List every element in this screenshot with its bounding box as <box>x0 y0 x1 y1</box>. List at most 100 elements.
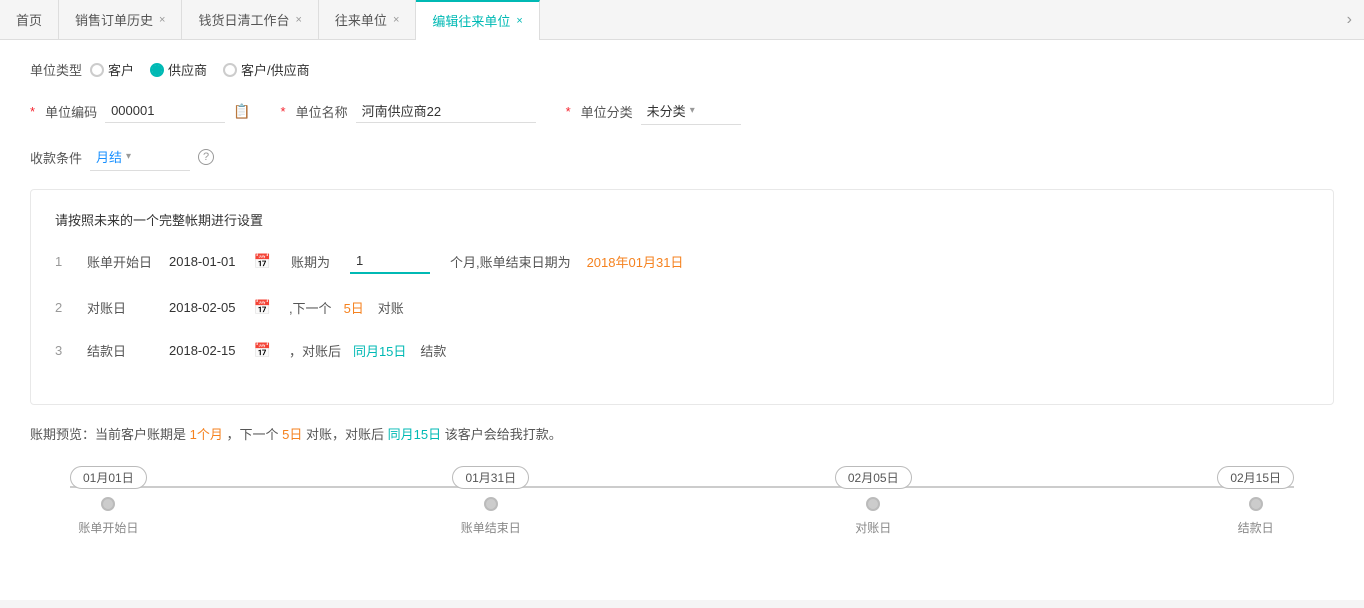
payment-dropdown[interactable]: 月结 ▾ <box>90 143 190 171</box>
radio-customer[interactable]: 客户 <box>90 60 134 79</box>
radio-supplier[interactable]: 供应商 <box>150 60 207 79</box>
tab-sales-order-label: 销售订单历史 <box>75 10 153 29</box>
tab-cash-work[interactable]: 钱货日清工作台 × <box>182 0 318 40</box>
preview-part2: 5日 <box>282 427 302 442</box>
row-1-label: 账单开始日 <box>87 252 157 271</box>
tab-partner-close[interactable]: × <box>393 14 399 26</box>
timeline-node-2: 01月31日 账单结束日 <box>452 466 529 536</box>
node-1-date: 01月01日 <box>70 466 147 489</box>
preview-mid1: ，下一个 <box>227 427 279 442</box>
classify-required: * <box>566 104 571 119</box>
node-2-date: 01月31日 <box>452 466 529 489</box>
timeline-node-1: 01月01日 账单开始日 <box>70 466 147 536</box>
classify-value: 未分类 <box>647 101 686 120</box>
row-1-num: 1 <box>55 254 75 269</box>
tab-cash-work-label: 钱货日清工作台 <box>198 10 289 29</box>
code-input[interactable] <box>105 99 225 123</box>
code-required: * <box>30 104 35 119</box>
row-3-prefix: ，对账后 <box>289 341 341 360</box>
unit-type-row: 单位类型 客户 供应商 客户/供应商 <box>30 60 1334 79</box>
row-3-calendar-icon[interactable]: 📅 <box>254 342 271 359</box>
row-2-highlight: 5日 <box>344 298 364 317</box>
tab-cash-work-close[interactable]: × <box>295 14 301 26</box>
preview-suffix: 该客户会给我打款。 <box>445 427 562 442</box>
classify-field: * 单位分类 未分类 ▾ <box>566 97 741 125</box>
payment-row: 收款条件 月结 ▾ ? <box>30 143 1334 171</box>
tab-bar: 首页 销售订单历史 × 钱货日清工作台 × 往来单位 × 编辑往来单位 × › <box>0 0 1364 40</box>
preview-prefix: 账期预览：当前客户账期是 <box>30 427 186 442</box>
tab-sales-order[interactable]: 销售订单历史 × <box>59 0 182 40</box>
row-3-highlight: 同月15日 <box>353 341 406 360</box>
setting-row-3: 3 结款日 2018-02-15 📅 ，对账后 同月15日 结款 <box>55 341 1309 360</box>
radio-supplier-circle <box>150 63 164 77</box>
node-1-label: 账单开始日 <box>78 519 138 536</box>
radio-both[interactable]: 客户/供应商 <box>223 60 310 79</box>
tab-home[interactable]: 首页 <box>0 0 59 40</box>
name-input[interactable] <box>356 99 536 123</box>
node-2-label: 账单结束日 <box>461 519 521 536</box>
code-label: 单位编码 <box>45 102 97 121</box>
node-4-dot <box>1249 497 1263 511</box>
node-3-label: 对账日 <box>855 519 891 536</box>
preview-mid2: 对账，对账后 <box>306 427 384 442</box>
classify-dropdown[interactable]: 未分类 ▾ <box>641 97 741 125</box>
row-3-label: 结款日 <box>87 341 157 360</box>
timeline-node-3: 02月05日 对账日 <box>835 466 912 536</box>
payment-value: 月结 <box>96 147 122 166</box>
row-1-date: 2018-01-01 <box>169 254 236 269</box>
row-1-period-label: 账期为 <box>291 252 330 271</box>
radio-supplier-label: 供应商 <box>168 60 207 79</box>
row-2-date: 2018-02-05 <box>169 300 236 315</box>
tab-edit-partner-close[interactable]: × <box>516 15 522 27</box>
row-3-suffix: 结款 <box>420 341 446 360</box>
classify-arrow-icon: ▾ <box>690 105 695 116</box>
row-1-highlight-date: 2018年01月31日 <box>587 252 684 271</box>
node-2-dot <box>484 497 498 511</box>
preview-section: 账期预览：当前客户账期是 1个月 ，下一个 5日 对账，对账后 同月15日 该客… <box>30 423 1334 446</box>
row-2-calendar-icon[interactable]: 📅 <box>254 299 271 316</box>
tab-partner[interactable]: 往来单位 × <box>319 0 416 40</box>
radio-customer-circle <box>90 63 104 77</box>
name-required: * <box>281 104 286 119</box>
code-field: * 单位编码 📋 <box>30 99 251 123</box>
node-4-label: 结款日 <box>1238 519 1274 536</box>
row-3-num: 3 <box>55 343 75 358</box>
unit-type-label: 单位类型 <box>30 60 82 79</box>
preview-part1: 1个月 <box>190 427 223 442</box>
tab-more-button[interactable]: › <box>1335 0 1364 40</box>
timeline-node-4: 02月15日 结款日 <box>1217 466 1294 536</box>
payment-label: 收款条件 <box>30 148 82 167</box>
settings-box: 请按照未来的一个完整帐期进行设置 1 账单开始日 2018-01-01 📅 账期… <box>30 189 1334 405</box>
timeline-container: 01月01日 账单开始日 01月31日 账单结束日 02月05日 对账日 <box>30 466 1334 576</box>
radio-both-label: 客户/供应商 <box>241 60 310 79</box>
name-field: * 单位名称 <box>281 99 536 123</box>
help-icon[interactable]: ? <box>198 149 214 165</box>
node-3-date: 02月05日 <box>835 466 912 489</box>
timeline-line <box>70 486 1294 488</box>
timeline: 01月01日 账单开始日 01月31日 账单结束日 02月05日 对账日 <box>70 466 1294 536</box>
row-3-date: 2018-02-15 <box>169 343 236 358</box>
row-2-label: 对账日 <box>87 298 157 317</box>
main-content: 单位类型 客户 供应商 客户/供应商 * 单位编码 <box>0 40 1364 600</box>
payment-field: 收款条件 月结 ▾ ? <box>30 143 214 171</box>
row-1-suffix: 个月,账单结束日期为 <box>450 252 571 271</box>
row-2-suffix: 对账 <box>378 298 404 317</box>
radio-customer-label: 客户 <box>108 60 134 79</box>
settings-title: 请按照未来的一个完整帐期进行设置 <box>55 210 1309 229</box>
code-calendar-icon[interactable]: 📋 <box>233 103 250 120</box>
radio-both-circle <box>223 63 237 77</box>
preview-part3: 同月15日 <box>388 427 441 442</box>
payment-arrow-icon: ▾ <box>126 151 131 162</box>
name-label: 单位名称 <box>296 102 348 121</box>
row-1-calendar-icon[interactable]: 📅 <box>254 253 271 270</box>
unit-type-field: 单位类型 客户 供应商 客户/供应商 <box>30 60 310 79</box>
setting-row-1: 1 账单开始日 2018-01-01 📅 账期为 个月,账单结束日期为 2018… <box>55 249 1309 274</box>
node-4-date: 02月15日 <box>1217 466 1294 489</box>
row-2-num: 2 <box>55 300 75 315</box>
tab-sales-order-close[interactable]: × <box>159 14 165 26</box>
node-3-dot <box>866 497 880 511</box>
tab-edit-partner-label: 编辑往来单位 <box>432 11 510 30</box>
tab-edit-partner[interactable]: 编辑往来单位 × <box>416 0 539 40</box>
months-input[interactable] <box>350 249 430 274</box>
node-1-dot <box>101 497 115 511</box>
